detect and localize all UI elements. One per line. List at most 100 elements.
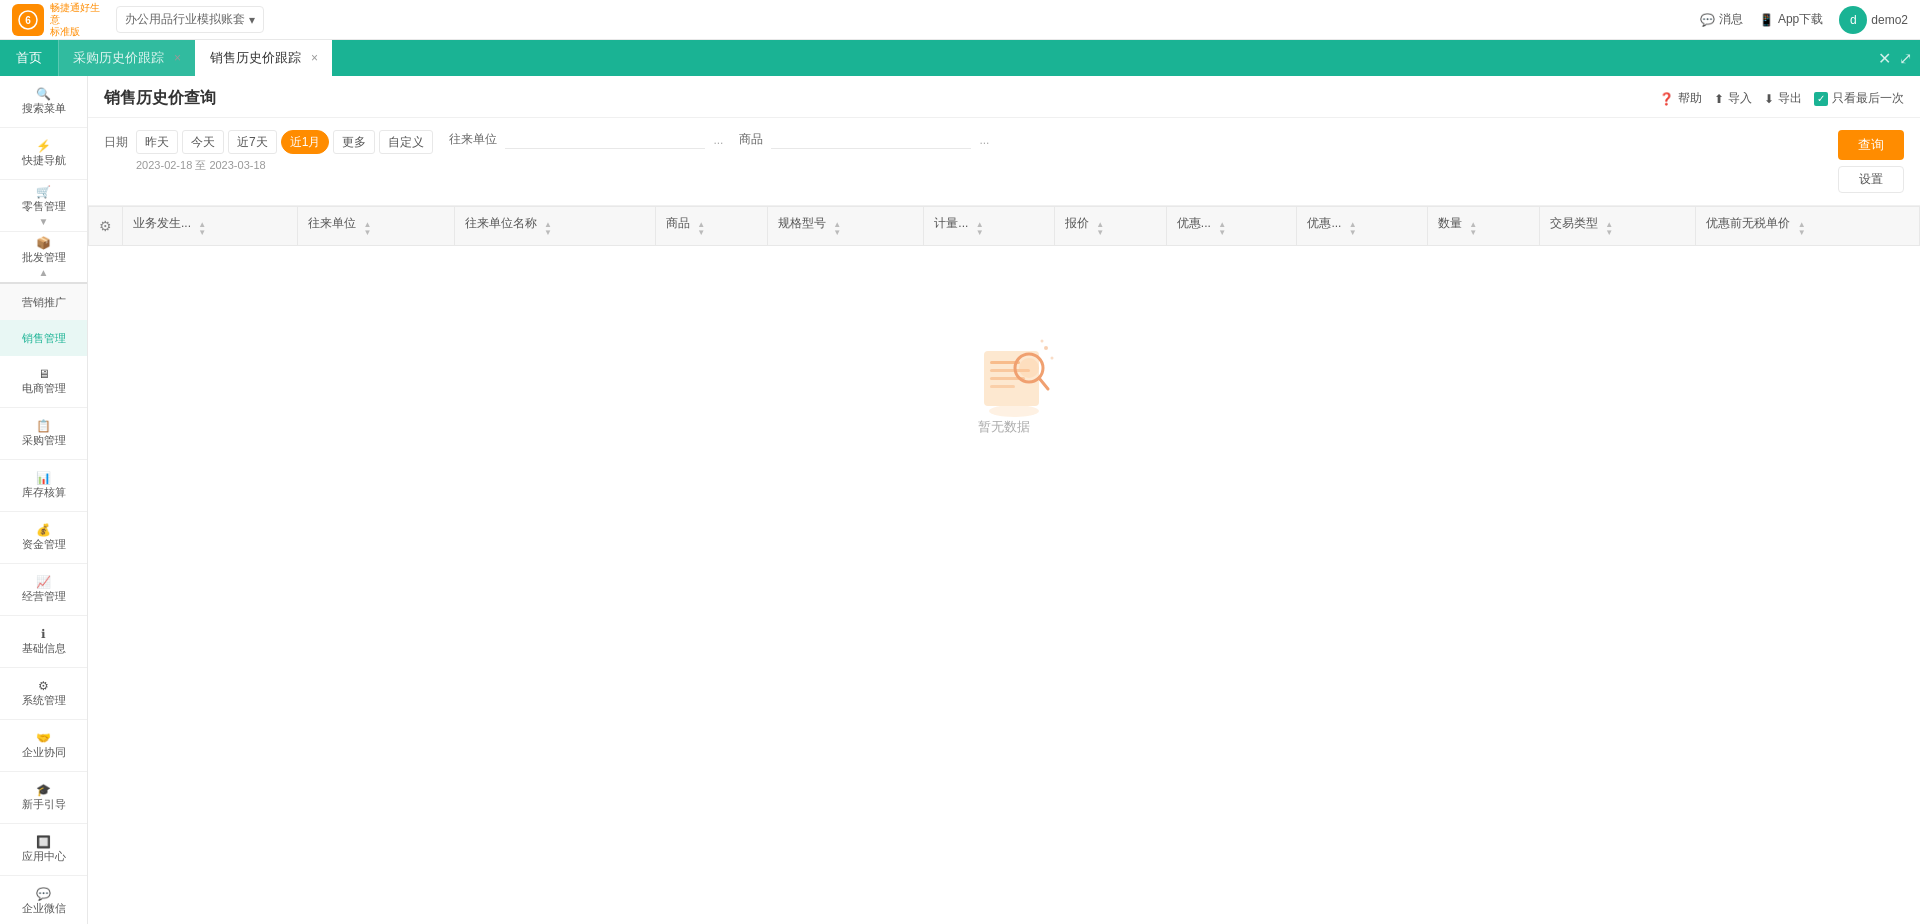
sidebar: 🔍 搜索菜单 ⚡ 快捷导航 🛒 零售管理 ▼ 📦 批发管理 ▲ 营销推广 销售管… <box>0 76 88 924</box>
table-gear-icon[interactable]: ⚙ <box>99 218 112 234</box>
col-biz-date[interactable]: 业务发生... ▲▼ <box>123 207 298 246</box>
table-body: 暂无数据 <box>89 246 1920 517</box>
sidebar-item-wholesale[interactable]: 📦 批发管理 ▲ <box>0 232 87 284</box>
tabbar: 首页 采购历史价跟踪 × 销售历史价跟踪 × ✕ ⤢ <box>0 40 1920 76</box>
svg-rect-7 <box>990 385 1015 388</box>
date-filter-group: 日期 昨天 今天 近7天 近1月 更多 自定义 2023-02-18 至 202… <box>104 130 433 173</box>
enterprise-icon: 🤝 <box>36 731 51 745</box>
sidebar-item-operations[interactable]: 📈 经营管理 <box>0 564 87 616</box>
main-layout: 🔍 搜索菜单 ⚡ 快捷导航 🛒 零售管理 ▼ 📦 批发管理 ▲ 营销推广 销售管… <box>0 76 1920 924</box>
col-discount1[interactable]: 优惠... ▲▼ <box>1166 207 1297 246</box>
sort-icon-price: ▲▼ <box>1096 221 1104 237</box>
last-only-checkbox[interactable]: ✓ 只看最后一次 <box>1814 90 1904 107</box>
wholesale-arrow-icon: ▲ <box>39 267 49 278</box>
goods-ellipsis[interactable]: ... <box>979 133 989 147</box>
sidebar-item-guide[interactable]: 🎓 新手引导 <box>0 772 87 824</box>
col-discount2[interactable]: 优惠... ▲▼ <box>1297 207 1428 246</box>
export-icon: ⬇ <box>1764 92 1774 106</box>
col-goods[interactable]: 商品 ▲▼ <box>655 207 767 246</box>
logo-text: 畅捷通好生意 标准版 <box>50 2 100 38</box>
table-header: ⚙ 业务发生... ▲▼ 往来单位 ▲▼ 往来单位名称 ▲▼ <box>89 207 1920 246</box>
topbar-right: 💬 消息 📱 App下载 d demo2 <box>1700 6 1908 34</box>
date-btn-yesterday[interactable]: 昨天 <box>136 130 178 154</box>
col-quantity[interactable]: 数量 ▲▼ <box>1427 207 1539 246</box>
tab-home[interactable]: 首页 <box>0 40 58 76</box>
system-icon: ⚙ <box>38 679 49 693</box>
partner-filter-group: 往来单位 ... <box>449 130 723 149</box>
tab-maximize-btn[interactable]: ⤢ <box>1899 49 1912 68</box>
tab-purchase[interactable]: 采购历史价跟踪 × <box>58 40 195 76</box>
date-buttons: 昨天 今天 近7天 近1月 更多 自定义 <box>136 130 433 154</box>
col-partner-name[interactable]: 往来单位名称 ▲▼ <box>454 207 655 246</box>
sidebar-item-retail[interactable]: 🛒 零售管理 ▼ <box>0 180 87 232</box>
sidebar-item-marketing[interactable]: 营销推广 <box>0 284 87 320</box>
user-menu[interactable]: d demo2 <box>1839 6 1908 34</box>
sort-icon-trade-type: ▲▼ <box>1605 221 1613 237</box>
sidebar-item-enterprise[interactable]: 🤝 企业协同 <box>0 720 87 772</box>
checkbox-checked-icon: ✓ <box>1814 92 1828 106</box>
sidebar-item-inventory[interactable]: 📊 库存核算 <box>0 460 87 512</box>
page-header: 销售历史价查询 ❓ 帮助 ⬆ 导入 ⬇ 导出 ✓ 只看最后一次 <box>88 76 1920 118</box>
tab-sales[interactable]: 销售历史价跟踪 × <box>195 40 332 76</box>
info-icon: ℹ <box>41 627 46 641</box>
import-icon: ⬆ <box>1714 92 1724 106</box>
help-btn[interactable]: ❓ 帮助 <box>1659 90 1702 107</box>
partner-input[interactable] <box>505 130 705 149</box>
sort-icon-goods: ▲▼ <box>697 221 705 237</box>
date-btn-last7[interactable]: 近7天 <box>228 130 277 154</box>
tab-purchase-close[interactable]: × <box>174 51 181 65</box>
partner-label: 往来单位 <box>449 131 497 148</box>
date-btn-last1m[interactable]: 近1月 <box>281 130 330 154</box>
svg-line-10 <box>1039 378 1048 389</box>
logo-area: 6 畅捷通好生意 标准版 <box>12 2 100 38</box>
export-btn[interactable]: ⬇ 导出 <box>1764 90 1802 107</box>
chevron-down-icon: ▾ <box>249 13 255 27</box>
sidebar-item-search[interactable]: 🔍 搜索菜单 <box>0 76 87 128</box>
import-btn[interactable]: ⬆ 导入 <box>1714 90 1752 107</box>
sort-icon-partner-name: ▲▼ <box>544 221 552 237</box>
sidebar-item-purchase-mgmt[interactable]: 📋 采购管理 <box>0 408 87 460</box>
goods-filter-group: 商品 ... <box>739 130 989 149</box>
app-download-btn[interactable]: 📱 App下载 <box>1759 11 1823 28</box>
topbar: 6 畅捷通好生意 标准版 办公用品行业模拟账套 ▾ 💬 消息 📱 App下载 d… <box>0 0 1920 40</box>
date-btn-custom[interactable]: 自定义 <box>379 130 433 154</box>
sidebar-item-finance[interactable]: 💰 资金管理 <box>0 512 87 564</box>
svg-point-13 <box>1041 340 1044 343</box>
sidebar-item-apps[interactable]: 🔲 应用中心 <box>0 824 87 876</box>
sidebar-item-quick[interactable]: ⚡ 快捷导航 <box>0 128 87 180</box>
sort-icon-biz-date: ▲▼ <box>198 221 206 237</box>
tab-sales-close[interactable]: × <box>311 51 318 65</box>
page-title: 销售历史价查询 <box>104 88 216 109</box>
download-icon: 📱 <box>1759 13 1774 27</box>
col-price[interactable]: 报价 ▲▼ <box>1054 207 1166 246</box>
col-partner-code[interactable]: 往来单位 ▲▼ <box>298 207 455 246</box>
tab-close-all-btn[interactable]: ✕ <box>1878 49 1891 68</box>
sidebar-item-basic[interactable]: ℹ 基础信息 <box>0 616 87 668</box>
wechat-icon: 💬 <box>36 887 51 901</box>
col-unit[interactable]: 计量... ▲▼ <box>924 207 1055 246</box>
finance-icon: 💰 <box>36 523 51 537</box>
sidebar-item-system[interactable]: ⚙ 系统管理 <box>0 668 87 720</box>
date-btn-today[interactable]: 今天 <box>182 130 224 154</box>
date-label: 日期 <box>104 130 128 154</box>
filter-area: 日期 昨天 今天 近7天 近1月 更多 自定义 2023-02-18 至 202… <box>88 118 1920 206</box>
sort-icon-quantity: ▲▼ <box>1469 221 1477 237</box>
partner-ellipsis[interactable]: ... <box>713 133 723 147</box>
date-btn-more[interactable]: 更多 <box>333 130 375 154</box>
query-button[interactable]: 查询 <box>1838 130 1904 160</box>
col-pre-tax-price[interactable]: 优惠前无税单价 ▲▼ <box>1696 207 1920 246</box>
filter-actions: 查询 设置 <box>1838 130 1904 193</box>
col-spec[interactable]: 规格型号 ▲▼ <box>767 207 924 246</box>
sort-icon-discount2: ▲▼ <box>1349 221 1357 237</box>
sidebar-item-ecommerce[interactable]: 🖥 电商管理 <box>0 356 87 408</box>
app-selector[interactable]: 办公用品行业模拟账套 ▾ <box>116 6 264 33</box>
sort-icon-unit: ▲▼ <box>976 221 984 237</box>
col-trade-type[interactable]: 交易类型 ▲▼ <box>1539 207 1696 246</box>
empty-row: 暂无数据 <box>89 246 1920 517</box>
message-btn[interactable]: 💬 消息 <box>1700 11 1743 28</box>
sidebar-item-wechat[interactable]: 💬 企业微信 <box>0 876 87 924</box>
sidebar-item-sales-mgmt[interactable]: 销售管理 <box>0 320 87 356</box>
goods-input[interactable] <box>771 130 971 149</box>
tabbar-right: ✕ ⤢ <box>1878 40 1920 76</box>
filter-settings-button[interactable]: 设置 <box>1838 166 1904 193</box>
